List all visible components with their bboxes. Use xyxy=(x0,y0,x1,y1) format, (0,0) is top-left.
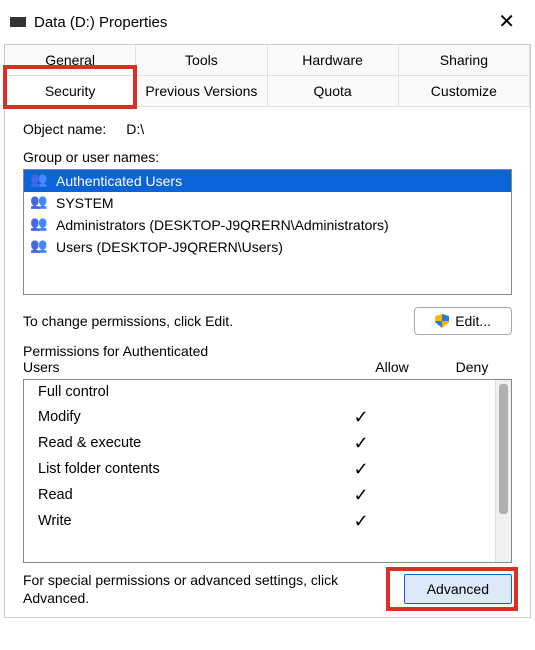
object-name-row: Object name: D:\ xyxy=(23,121,512,137)
group-section: Group or user names: Authenticated Users… xyxy=(23,149,512,295)
edit-button-label: Edit... xyxy=(455,313,491,329)
tab-previous-versions[interactable]: Previous Versions xyxy=(136,76,267,107)
tab-strip: General Tools Hardware Sharing Security … xyxy=(4,44,531,107)
edit-hint: To change permissions, click Edit. xyxy=(23,313,233,329)
perm-row: Read ✓ xyxy=(24,482,495,508)
permissions-label: Permissions for Authenticated Users xyxy=(23,343,243,375)
tab-security[interactable]: Security xyxy=(5,76,136,107)
tab-content: Object name: D:\ Group or user names: Au… xyxy=(4,107,531,618)
list-item[interactable]: Users (DESKTOP-J9QRERN\Users) xyxy=(24,236,511,258)
group-label: Group or user names: xyxy=(23,149,512,165)
perm-row: List folder contents ✓ xyxy=(24,456,495,482)
tab-sharing[interactable]: Sharing xyxy=(399,45,530,76)
perm-row: Full control xyxy=(24,380,495,404)
perm-name: Write xyxy=(38,513,321,529)
permissions-header: Permissions for Authenticated Users Allo… xyxy=(23,343,512,375)
perm-allow: ✓ xyxy=(321,408,401,426)
edit-button[interactable]: Edit... xyxy=(414,307,512,335)
list-item[interactable]: SYSTEM xyxy=(24,192,511,214)
perm-name: List folder contents xyxy=(38,461,321,477)
title-bar: Data (D:) Properties ✕ xyxy=(0,0,535,44)
advanced-button[interactable]: Advanced xyxy=(404,574,512,604)
perm-name: Read & execute xyxy=(38,435,321,451)
permissions-list[interactable]: Full control Modify ✓ Read & execute ✓ L… xyxy=(24,380,495,562)
tab-tools[interactable]: Tools xyxy=(136,45,267,76)
tab-customize[interactable]: Customize xyxy=(399,76,530,107)
advanced-row: For special permissions or advanced sett… xyxy=(23,571,512,607)
shield-icon xyxy=(435,314,449,328)
perm-name: Read xyxy=(38,487,321,503)
perm-allow: ✓ xyxy=(321,434,401,452)
permissions-scrollbar[interactable] xyxy=(495,380,511,562)
close-button[interactable]: ✕ xyxy=(490,8,523,36)
users-icon xyxy=(30,195,50,211)
users-icon xyxy=(30,217,50,233)
perm-row: Write ✓ xyxy=(24,508,495,534)
list-item-label: SYSTEM xyxy=(56,195,114,211)
perm-name: Full control xyxy=(38,384,321,400)
allow-header: Allow xyxy=(352,359,432,375)
list-item-label: Users (DESKTOP-J9QRERN\Users) xyxy=(56,239,283,255)
edit-row: To change permissions, click Edit. Edit.… xyxy=(23,307,512,335)
advanced-hint: For special permissions or advanced sett… xyxy=(23,571,392,607)
deny-header: Deny xyxy=(432,359,512,375)
permissions-box: Full control Modify ✓ Read & execute ✓ L… xyxy=(23,379,512,563)
group-listbox[interactable]: Authenticated Users SYSTEM Administrator… xyxy=(23,169,512,295)
list-item[interactable]: Administrators (DESKTOP-J9QRERN\Administ… xyxy=(24,214,511,236)
list-item-label: Authenticated Users xyxy=(56,173,182,189)
drive-icon xyxy=(10,17,26,27)
list-item-label: Administrators (DESKTOP-J9QRERN\Administ… xyxy=(56,217,389,233)
perm-row: Read & execute ✓ xyxy=(24,430,495,456)
object-name-value: D:\ xyxy=(126,121,144,137)
tab-general[interactable]: General xyxy=(5,45,136,76)
window-title: Data (D:) Properties xyxy=(34,14,482,31)
perm-allow: ✓ xyxy=(321,512,401,530)
perm-name: Modify xyxy=(38,409,321,425)
perm-allow: ✓ xyxy=(321,486,401,504)
users-icon xyxy=(30,239,50,255)
list-item[interactable]: Authenticated Users xyxy=(24,170,511,192)
users-icon xyxy=(30,173,50,189)
perm-allow: ✓ xyxy=(321,460,401,478)
tab-hardware[interactable]: Hardware xyxy=(268,45,399,76)
perm-row: Modify ✓ xyxy=(24,404,495,430)
object-name-label: Object name: xyxy=(23,121,106,137)
tab-quota[interactable]: Quota xyxy=(268,76,399,107)
scrollbar-thumb[interactable] xyxy=(499,384,508,514)
